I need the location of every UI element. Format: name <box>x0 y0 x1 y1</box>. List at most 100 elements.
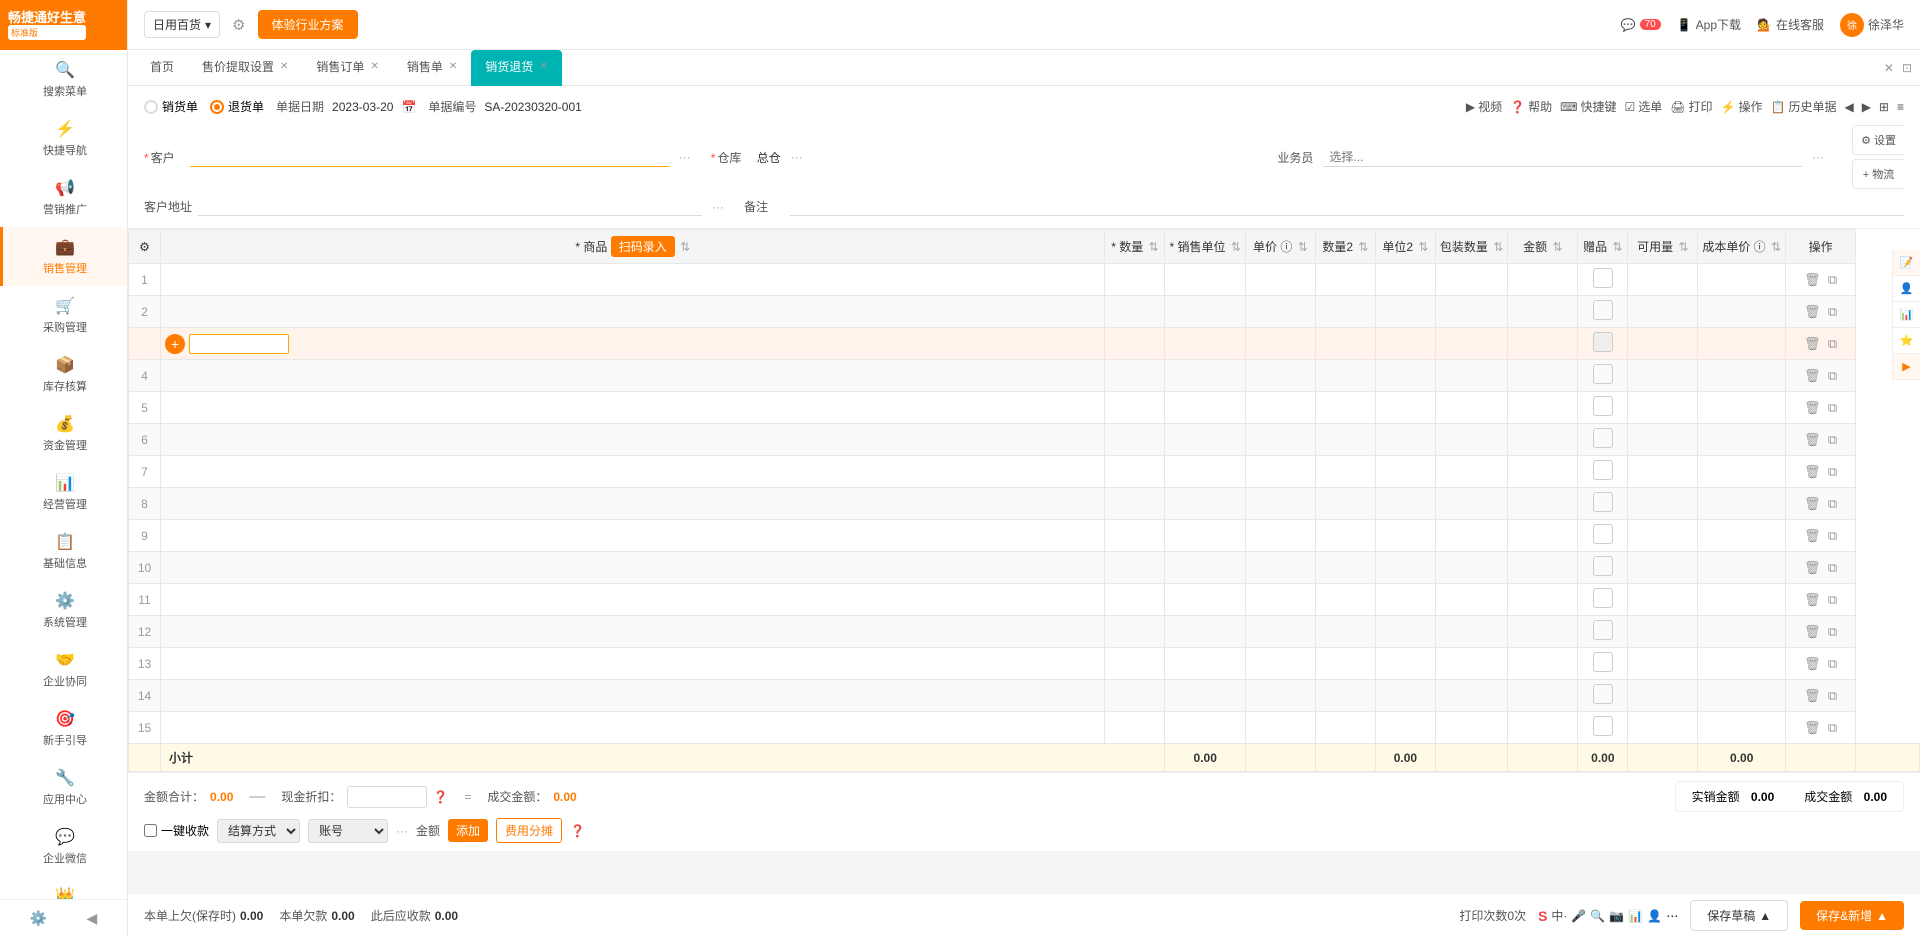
logistics-side-btn[interactable]: + 物流 <box>1852 159 1904 189</box>
delete-icon-7[interactable]: 🗑 <box>1804 464 1821 479</box>
qty2-cell-3[interactable] <box>1315 328 1375 360</box>
app-download-item[interactable]: 📱 App下载 <box>1677 16 1741 33</box>
amount-cell-1[interactable] <box>1508 264 1578 296</box>
qty2-cell-12[interactable] <box>1315 616 1375 648</box>
product-cell-7[interactable] <box>161 456 1105 488</box>
pack-qty-cell-12[interactable] <box>1435 616 1507 648</box>
copy-icon-5[interactable]: ⧉ <box>1828 400 1837 415</box>
delete-icon-1[interactable]: 🗑 <box>1804 272 1821 287</box>
delete-icon-2[interactable]: 🗑 <box>1804 304 1821 319</box>
product-cell-1[interactable] <box>161 264 1105 296</box>
price-cell-14[interactable] <box>1245 680 1315 712</box>
product-cell-11[interactable] <box>161 584 1105 616</box>
delete-icon-6[interactable]: 🗑 <box>1804 432 1821 447</box>
qty-cell-13[interactable] <box>1105 648 1165 680</box>
delete-icon-10[interactable]: 🗑 <box>1804 560 1821 575</box>
gift-checkbox-13[interactable] <box>1593 652 1613 672</box>
next-icon[interactable]: ▶ <box>1862 100 1871 114</box>
tab-sales-return[interactable]: 销货退货✕ <box>471 50 561 86</box>
product-cell-12[interactable] <box>161 616 1105 648</box>
unit-cell-10[interactable] <box>1165 552 1245 584</box>
price-cell-1[interactable] <box>1245 264 1315 296</box>
amount-cell-4[interactable] <box>1508 360 1578 392</box>
delete-icon-4[interactable]: 🗑 <box>1804 368 1821 383</box>
gift-cell-14[interactable] <box>1578 680 1628 712</box>
sort-product-icon[interactable]: ⇅ <box>680 240 690 254</box>
qty2-cell-11[interactable] <box>1315 584 1375 616</box>
cost-cell-14[interactable] <box>1698 680 1786 712</box>
gift-checkbox-10[interactable] <box>1593 556 1613 576</box>
delete-icon-3[interactable]: 🗑 <box>1804 336 1821 351</box>
qty2-cell-8[interactable] <box>1315 488 1375 520</box>
pack-qty-cell-6[interactable] <box>1435 424 1507 456</box>
available-cell-9[interactable] <box>1628 520 1698 552</box>
unit2-cell-5[interactable] <box>1375 392 1435 424</box>
close-tab-icon[interactable]: ✕ <box>1884 61 1894 75</box>
unit2-cell-14[interactable] <box>1375 680 1435 712</box>
product-input-${i}[interactable] <box>189 334 289 354</box>
gift-checkbox-7[interactable] <box>1593 460 1613 480</box>
table-icon[interactable]: 📊 <box>1628 909 1643 923</box>
select-action[interactable]: ☑ 选单 <box>1624 98 1662 115</box>
calc-method-select[interactable]: 结算方式 <box>217 819 300 843</box>
gift-checkbox-15[interactable] <box>1593 716 1613 736</box>
qty-cell-6[interactable] <box>1105 424 1165 456</box>
sort-amount-icon[interactable]: ⇅ <box>1552 240 1562 254</box>
available-cell-3[interactable] <box>1628 328 1698 360</box>
amount-cell-10[interactable] <box>1508 552 1578 584</box>
gift-cell-2[interactable] <box>1578 296 1628 328</box>
message-item[interactable]: 💬 70 <box>1621 18 1661 32</box>
amount-cell-11[interactable] <box>1508 584 1578 616</box>
online-service-item[interactable]: 💁 在线客服 <box>1757 16 1824 33</box>
product-cell-8[interactable] <box>161 488 1105 520</box>
prev-icon[interactable]: ◀ <box>1844 100 1853 114</box>
unit2-cell-3[interactable] <box>1375 328 1435 360</box>
available-cell-10[interactable] <box>1628 552 1698 584</box>
th-settings[interactable]: ⚙ <box>129 230 161 264</box>
cost-cell-12[interactable] <box>1698 616 1786 648</box>
sidebar-item-operation[interactable]: 📊 经营管理 <box>0 463 127 522</box>
available-cell-11[interactable] <box>1628 584 1698 616</box>
unit-cell-3[interactable] <box>1165 328 1245 360</box>
copy-icon-10[interactable]: ⧉ <box>1828 560 1837 575</box>
help-discount-icon[interactable]: ❓ <box>433 790 448 804</box>
tab-price-setting[interactable]: 售价提取设置✕ <box>188 50 302 86</box>
qty-cell-14[interactable] <box>1105 680 1165 712</box>
tab-sales-delivery[interactable]: 销售单✕ <box>393 50 471 86</box>
unit2-cell-13[interactable] <box>1375 648 1435 680</box>
pack-qty-cell-8[interactable] <box>1435 488 1507 520</box>
product-cell-2[interactable] <box>161 296 1105 328</box>
qty2-cell-6[interactable] <box>1315 424 1375 456</box>
sort-avail-icon[interactable]: ⇅ <box>1678 240 1688 254</box>
gift-cell-13[interactable] <box>1578 648 1628 680</box>
pack-qty-cell-5[interactable] <box>1435 392 1507 424</box>
sidebar-item-inventory[interactable]: 📦 库存核算 <box>0 345 127 404</box>
product-cell-13[interactable] <box>161 648 1105 680</box>
unit-cell-2[interactable] <box>1165 296 1245 328</box>
delete-icon-9[interactable]: 🗑 <box>1804 528 1821 543</box>
qty-cell-7[interactable] <box>1105 456 1165 488</box>
available-cell-12[interactable] <box>1628 616 1698 648</box>
sort-price-icon[interactable]: ⇅ <box>1298 240 1308 254</box>
qty-cell-3[interactable] <box>1105 328 1165 360</box>
copy-icon-6[interactable]: ⧉ <box>1828 432 1837 447</box>
sidebar-item-enterprise[interactable]: 🤝 企业协同 <box>0 640 127 699</box>
amount-cell-12[interactable] <box>1508 616 1578 648</box>
price-cell-7[interactable] <box>1245 456 1315 488</box>
price-cell-12[interactable] <box>1245 616 1315 648</box>
unit-cell-11[interactable] <box>1165 584 1245 616</box>
delete-icon-11[interactable]: 🗑 <box>1804 592 1821 607</box>
cost-cell-7[interactable] <box>1698 456 1786 488</box>
unit-cell-5[interactable] <box>1165 392 1245 424</box>
unit-cell-14[interactable] <box>1165 680 1245 712</box>
qty2-cell-9[interactable] <box>1315 520 1375 552</box>
copy-icon-3[interactable]: ⧉ <box>1828 336 1837 351</box>
qty-cell-2[interactable] <box>1105 296 1165 328</box>
qty2-cell-14[interactable] <box>1315 680 1375 712</box>
person-icon[interactable]: 👤 <box>1647 909 1662 923</box>
available-cell-13[interactable] <box>1628 648 1698 680</box>
pack-qty-cell-3[interactable] <box>1435 328 1507 360</box>
delete-icon-15[interactable]: 🗑 <box>1804 720 1821 735</box>
customer-input[interactable] <box>190 148 669 167</box>
pack-qty-cell-4[interactable] <box>1435 360 1507 392</box>
